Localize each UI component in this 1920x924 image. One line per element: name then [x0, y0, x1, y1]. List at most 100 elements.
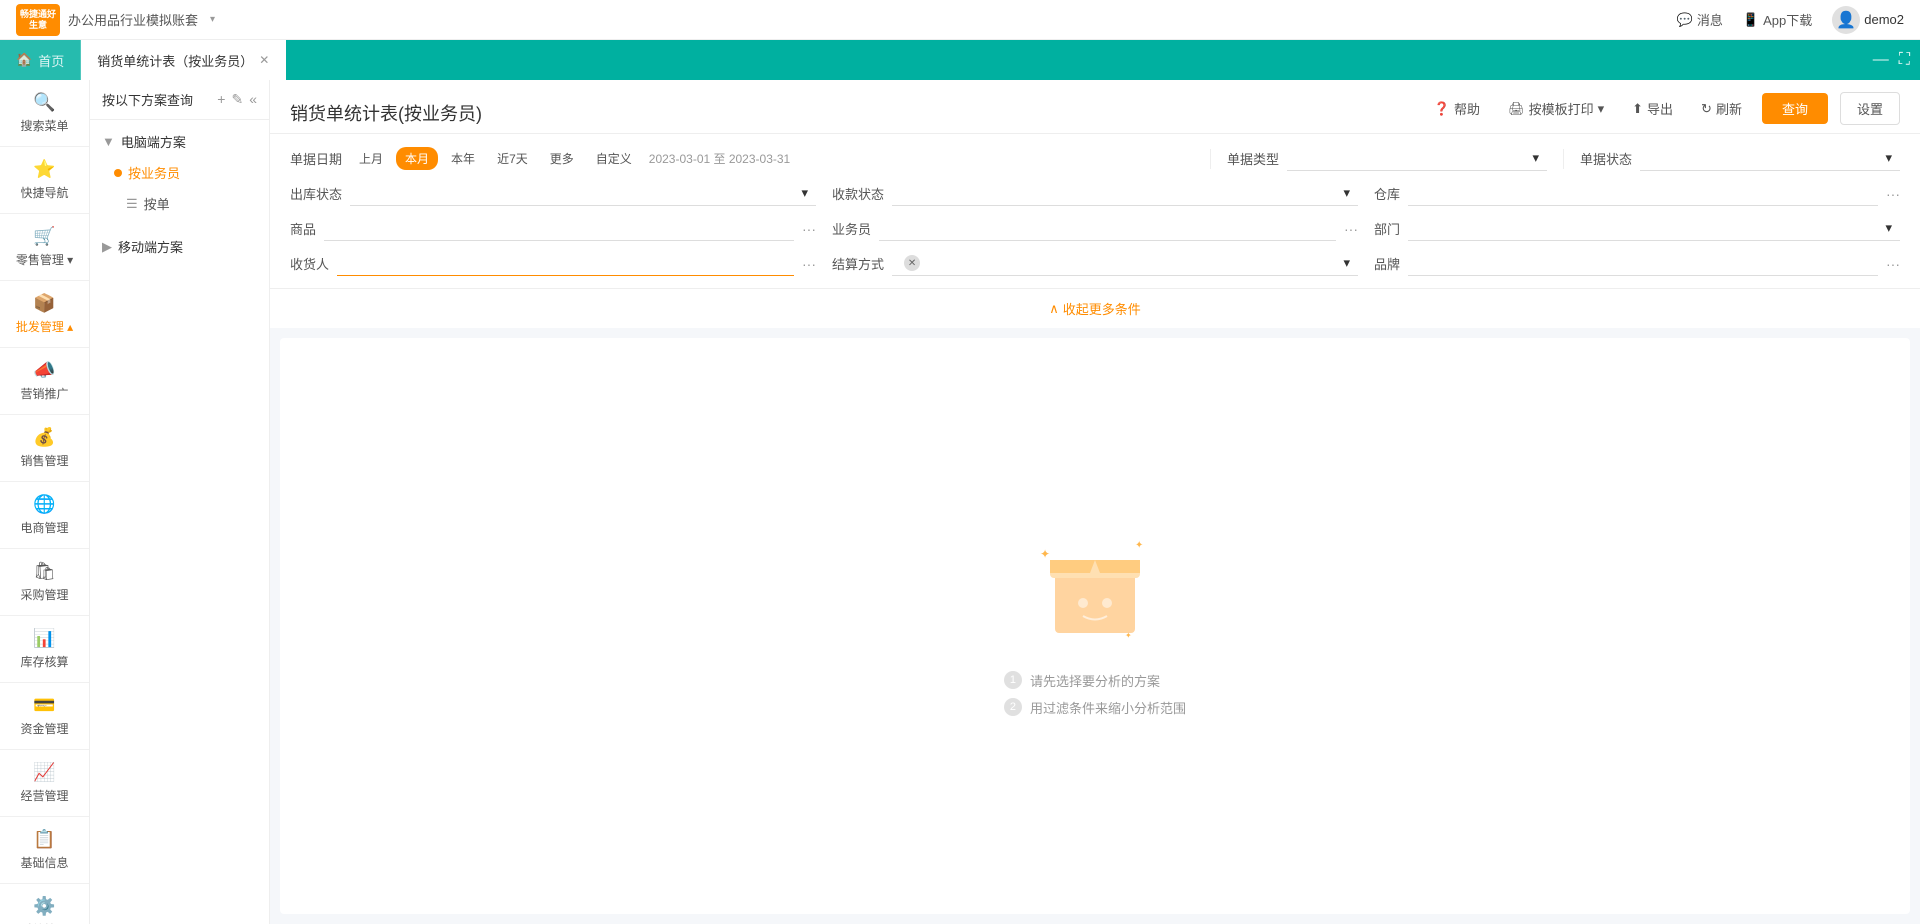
scheme-item-by-staff[interactable]: 按业务员 [90, 157, 269, 188]
message-label: 消息 [1697, 10, 1723, 29]
scheme-group-desktop-label: 电脑端方案 [121, 132, 186, 151]
date-btn-this-month[interactable]: 本月 [396, 147, 438, 170]
user-name: demo2 [1864, 12, 1904, 27]
tab-minimize-icon[interactable]: — [1873, 51, 1889, 69]
main-layout: 🔍 搜索菜单 ⭐ 快捷导航 🛒 零售管理 ▾ 📦 批发管理 ▴ 📣 营销推广 💰… [0, 80, 1920, 924]
brand-more-icon[interactable]: ··· [1886, 256, 1900, 272]
sidebar-label-retail: 零售管理 ▾ [16, 251, 73, 268]
tab-home[interactable]: 🏠 首页 [0, 40, 81, 80]
settlement-clear-btn[interactable]: ✕ [904, 255, 920, 271]
date-label: 单据日期 [290, 149, 342, 168]
salesperson-input[interactable] [879, 217, 1336, 241]
tab-maximize-icon[interactable]: ⛶ [1899, 51, 1910, 69]
help-btn[interactable]: ❓ 帮助 [1426, 95, 1488, 122]
logo-text: 畅捷通好生意 [16, 9, 60, 31]
add-scheme-btn[interactable]: + [217, 91, 225, 108]
brand-input[interactable] [1408, 252, 1878, 276]
filter-brand: 品牌 ··· [1374, 252, 1900, 276]
empty-box-svg: ✦ ✦ ✦ [1035, 528, 1155, 648]
sidebar-label-sales: 销售管理 [20, 452, 68, 469]
hint-text-1: 请先选择要分析的方案 [1030, 671, 1160, 690]
sidebar-item-system[interactable]: ⚙️ 系统管理 [0, 884, 89, 924]
tab-close-icon[interactable]: ✕ [259, 53, 269, 67]
scheme-group-desktop[interactable]: ▼ 电脑端方案 [90, 126, 269, 157]
tab-sales-stat[interactable]: 销货单统计表（按业务员） ✕ [81, 40, 286, 80]
refresh-btn[interactable]: ↻ 刷新 [1693, 95, 1750, 122]
left-panel-icons: + ✎ « [217, 91, 257, 108]
settlement-label: 结算方式 [832, 254, 884, 273]
doc-status-arrow-icon: ▾ [1885, 150, 1892, 166]
svg-text:✦: ✦ [1125, 631, 1132, 640]
empty-hint-1: 1 请先选择要分析的方案 [1004, 671, 1186, 690]
left-panel-title: 按以下方案查询 [102, 90, 193, 109]
scheme-sub-by-order[interactable]: ☰ 按单 [90, 188, 269, 219]
date-btn-this-year[interactable]: 本年 [442, 147, 484, 170]
out-status-label: 出库状态 [290, 184, 342, 203]
consignee-more-icon[interactable]: ··· [802, 256, 816, 272]
doc-type-select[interactable]: ▾ [1287, 146, 1547, 171]
edit-scheme-btn[interactable]: ✎ [231, 91, 243, 108]
sidebar-item-sales[interactable]: 💰 销售管理 [0, 415, 89, 482]
warehouse-input[interactable] [1408, 182, 1878, 206]
app-download-btn[interactable]: 📱 App下载 [1743, 10, 1812, 29]
app-dropdown-icon[interactable]: ▾ [210, 14, 215, 25]
warehouse-more-icon[interactable]: ··· [1886, 186, 1900, 202]
tab-bar-actions: — ⛶ [1863, 40, 1920, 80]
salesperson-more-icon[interactable]: ··· [1344, 221, 1358, 237]
collapse-panel-btn[interactable]: « [249, 91, 257, 108]
sidebar-item-finance[interactable]: 💳 资金管理 [0, 683, 89, 750]
date-btn-more[interactable]: 更多 [541, 147, 583, 170]
left-panel-header: 按以下方案查询 + ✎ « [90, 80, 269, 120]
date-btn-last-month[interactable]: 上月 [350, 147, 392, 170]
sidebar-item-wholesale[interactable]: 📦 批发管理 ▴ [0, 281, 89, 348]
collapse-row: ∧ 收起更多条件 [270, 288, 1920, 328]
message-btn[interactable]: 💬 消息 [1677, 10, 1723, 29]
sidebar-item-inventory[interactable]: 📊 库存核算 [0, 616, 89, 683]
app-logo[interactable]: 畅捷通好生意 [16, 4, 60, 36]
sidebar-item-operations[interactable]: 📈 经营管理 [0, 750, 89, 817]
scheme-group-mobile[interactable]: ▶ 移动端方案 [90, 231, 269, 262]
date-btn-last-7[interactable]: 近7天 [488, 147, 537, 170]
goods-label: 商品 [290, 219, 316, 238]
user-menu[interactable]: 👤 demo2 [1832, 6, 1904, 34]
filter-out-status: 出库状态 ▾ [290, 181, 816, 206]
filter-row-3: 商品 ··· 业务员 ··· 部门 ▾ [290, 216, 1900, 241]
sidebar-item-purchase[interactable]: 🛍 采购管理 [0, 549, 89, 616]
template-print-btn[interactable]: 🖨 按模板打印 ▾ [1500, 95, 1612, 122]
sidebar-item-marketing[interactable]: 📣 营销推广 [0, 348, 89, 415]
department-select[interactable]: ▾ [1408, 216, 1900, 241]
export-btn[interactable]: ⬆ 导出 [1624, 95, 1681, 122]
sidebar-item-basic[interactable]: 📋 基础信息 [0, 817, 89, 884]
inventory-icon: 📊 [33, 628, 55, 649]
settlement-select[interactable]: ✕ ▾ [892, 251, 1358, 276]
triangle-down-icon: ▼ [102, 134, 115, 149]
collapse-conditions-btn[interactable]: ∧ 收起更多条件 [1037, 295, 1153, 322]
marketing-icon: 📣 [33, 360, 55, 381]
filter-receive-status: 收款状态 ▾ [832, 181, 1358, 206]
help-label: 帮助 [1454, 99, 1480, 118]
empty-hint-2: 2 用过滤条件来缩小分析范围 [1004, 698, 1186, 717]
filter-row-2: 出库状态 ▾ 收款状态 ▾ 仓库 [290, 181, 1900, 206]
svg-text:✦: ✦ [1040, 547, 1050, 561]
retail-icon: 🛒 [33, 226, 55, 247]
settings-btn[interactable]: 设置 [1840, 92, 1900, 125]
wholesale-icon: 📦 [33, 293, 55, 314]
hint-num-2: 2 [1004, 698, 1022, 716]
sidebar-item-ecommerce[interactable]: 🌐 电商管理 [0, 482, 89, 549]
sidebar-item-search[interactable]: 🔍 搜索菜单 [0, 80, 89, 147]
query-btn[interactable]: 查询 [1762, 93, 1828, 124]
receive-status-select[interactable]: ▾ [892, 181, 1358, 206]
sidebar-item-retail[interactable]: 🛒 零售管理 ▾ [0, 214, 89, 281]
sidebar-label-ecommerce: 电商管理 [20, 519, 68, 536]
tab-sales-label: 销货单统计表（按业务员） [97, 51, 253, 70]
goods-more-icon[interactable]: ··· [802, 221, 816, 237]
goods-input[interactable] [324, 217, 794, 241]
sidebar-item-quick-nav[interactable]: ⭐ 快捷导航 [0, 147, 89, 214]
consignee-input[interactable] [337, 252, 794, 276]
menu-icon: ☰ [126, 196, 138, 212]
filter-settlement: 结算方式 ✕ ▾ [832, 251, 1358, 276]
date-btn-custom[interactable]: 自定义 [587, 147, 641, 170]
operations-icon: 📈 [33, 762, 55, 783]
doc-status-select[interactable]: ▾ [1640, 146, 1900, 171]
out-status-select[interactable]: ▾ [350, 181, 816, 206]
